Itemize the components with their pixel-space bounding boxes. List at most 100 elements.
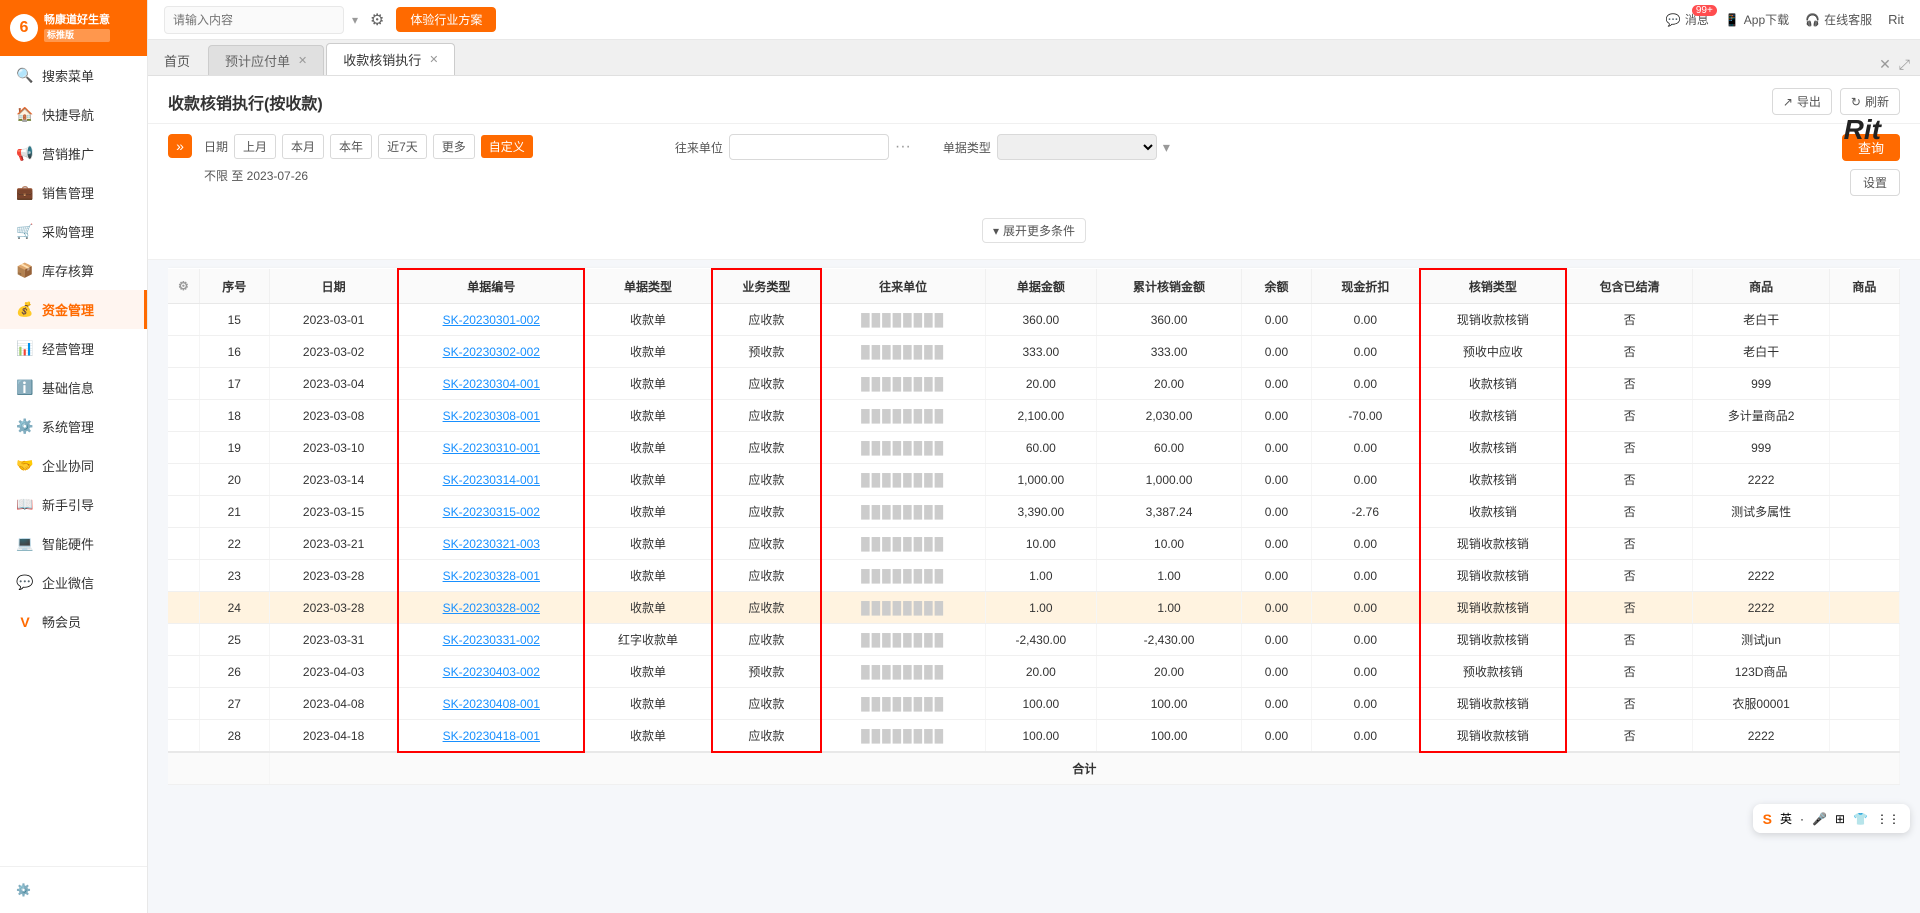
cell-amount: 333.00 [985,336,1097,368]
sidebar-item-enterprise[interactable]: 🤝 企业协同 [0,446,147,485]
table-row: 22 2023-03-21 SK-20230321-003 收款单 应收款 ██… [168,528,1900,560]
cell-include-settled: 否 [1566,688,1693,720]
cell-include-settled: 否 [1566,336,1693,368]
refresh-icon: ↻ [1851,95,1861,109]
cell-goods: 衣服00001 [1693,688,1829,720]
expand-conditions-btn[interactable]: ▾ 展开更多条件 [982,218,1086,243]
cell-verified: 20.00 [1097,656,1242,688]
tab-close-btn[interactable]: ✕ [1877,54,1893,75]
sidebar-item-inventory[interactable]: 📦 库存核算 [0,251,147,290]
th-verified: 累计核销金额 [1097,269,1242,304]
cell-verified: 60.00 [1097,432,1242,464]
table-row: 18 2023-03-08 SK-20230308-001 收款单 应收款 ██… [168,400,1900,432]
cell-cancel-type: 收款核销 [1420,400,1566,432]
home-icon: 🏠 [16,106,34,123]
sidebar-item-purchase[interactable]: 🛒 采购管理 [0,212,147,251]
sidebar-item-capital[interactable]: 💰 资金管理 [0,290,147,329]
cell-goods: 2222 [1693,592,1829,624]
cell-partner: ████████ [821,304,985,336]
filter-more-btn[interactable]: 更多 [433,134,475,159]
th-settings: ⚙ [168,269,199,304]
cell-doc-no: SK-20230328-001 [398,560,584,592]
th-goods2: 商品 [1829,269,1899,304]
filter-this-year-btn[interactable]: 本年 [330,134,372,159]
filter-last-month-btn[interactable]: 上月 [234,134,276,159]
cell-partner: ████████ [821,400,985,432]
sidebar-item-search[interactable]: 🔍 搜索菜单 [0,56,147,95]
refresh-button[interactable]: ↻ 刷新 [1840,88,1900,115]
solution-button[interactable]: 体验行业方案 [396,7,496,32]
logo-icon: 6 [10,14,38,42]
cell-doc-type: 收款单 [584,656,712,688]
tab-prepay-close[interactable]: ✕ [298,54,307,67]
sidebar-item-guide[interactable]: 📖 新手引导 [0,485,147,524]
cell-biz-type: 应收款 [712,464,821,496]
cell-biz-type: 预收款 [712,336,821,368]
widget-mic-icon[interactable]: 🎤 [1812,812,1827,826]
capital-icon: 💰 [16,301,34,318]
cell-doc-no: SK-20230304-001 [398,368,584,400]
cell-cancel-type: 收款核销 [1420,368,1566,400]
sidebar-item-wechat[interactable]: 💬 企业微信 [0,563,147,602]
export-button[interactable]: ↗ 导出 [1772,88,1832,115]
topbar-search-input[interactable] [164,6,344,34]
operations-icon: 📊 [16,340,34,357]
widget-apps-icon[interactable]: ⋮⋮ [1876,812,1900,826]
filter-7days-btn[interactable]: 近7天 [378,134,427,159]
filter-doctype-select[interactable] [997,134,1157,160]
sidebar-item-basic[interactable]: ℹ️ 基础信息 [0,368,147,407]
message-btn[interactable]: 💬 消息 99+ [1666,11,1709,28]
cell-amount: -2,430.00 [985,624,1097,656]
sidebar-item-sales[interactable]: 💼 销售管理 [0,173,147,212]
column-settings-icon[interactable]: ⚙ [178,279,189,293]
cell-doc-type: 收款单 [584,528,712,560]
cell-doc-type: 收款单 [584,464,712,496]
logo-text: 畅康道好生意 标推版 [44,14,110,42]
sidebar-item-hardware[interactable]: 💻 智能硬件 [0,524,147,563]
filter-this-month-btn[interactable]: 本月 [282,134,324,159]
widget-shirt-icon[interactable]: 👕 [1853,812,1868,826]
cell-date: 2023-03-10 [269,432,398,464]
setting-button[interactable]: 设置 [1850,169,1900,196]
sidebar-item-operations[interactable]: 📊 经营管理 [0,329,147,368]
user-avatar[interactable]: Rit [1888,12,1904,27]
cell-biz-type: 应收款 [712,688,821,720]
filter-partner-input[interactable] [729,134,889,160]
cell-discount: 0.00 [1311,656,1419,688]
sidebar-item-system[interactable]: ⚙️ 系统管理 [0,407,147,446]
sidebar-item-marketing[interactable]: 📢 营销推广 [0,134,147,173]
sidebar-settings-btn[interactable]: ⚙️ [0,875,147,905]
table-scroll[interactable]: ⚙ 序号 日期 单据编号 单据类型 业务类型 往来单位 单据金额 累计核销金额 … [168,260,1900,785]
cell-discount: 0.00 [1311,432,1419,464]
cell-verified: 1.00 [1097,592,1242,624]
partner-dots[interactable]: ··· [895,138,911,156]
inventory-icon: 📦 [16,262,34,279]
th-index: 序号 [199,269,269,304]
table-row: 21 2023-03-15 SK-20230315-002 收款单 应收款 ██… [168,496,1900,528]
sidebar-item-shortcut[interactable]: 🏠 快捷导航 [0,95,147,134]
app-download-btn[interactable]: 📱 App下载 [1725,11,1789,28]
online-service-btn[interactable]: 🎧 在线客服 [1805,11,1872,28]
cell-discount: 0.00 [1311,464,1419,496]
tab-prepay[interactable]: 预计应付单 ✕ [208,45,324,75]
cell-goods2 [1829,656,1899,688]
widget-grid-icon[interactable]: ⊞ [1835,812,1845,826]
cell-doc-no: SK-20230403-002 [398,656,584,688]
search-icon: 🔍 [16,67,34,84]
doctype-dropdown-arrow[interactable]: ▾ [1163,139,1170,156]
cell-include-settled: 否 [1566,496,1693,528]
tab-home[interactable]: 首页 [148,45,206,75]
topbar-right: 💬 消息 99+ 📱 App下载 🎧 在线客服 Rit [1666,11,1904,28]
tab-expand-btn[interactable]: ⤢ [1897,54,1912,75]
user-label-rit: Rit [1844,114,1881,146]
filter-custom-btn[interactable]: 自定义 [481,135,533,158]
tab-collection-close[interactable]: ✕ [429,53,438,66]
cell-biz-type: 应收款 [712,528,821,560]
tab-collection[interactable]: 收款核销执行 ✕ [326,43,455,75]
filter-toggle-btn[interactable]: » [168,134,192,158]
table-row: 27 2023-04-08 SK-20230408-001 收款单 应收款 ██… [168,688,1900,720]
sidebar-item-member[interactable]: V 畅会员 [0,602,147,641]
topbar-dropdown-arrow[interactable]: ▾ [352,13,358,27]
cell-partner: ████████ [821,560,985,592]
topbar-gear-icon[interactable]: ⚙ [370,10,384,30]
